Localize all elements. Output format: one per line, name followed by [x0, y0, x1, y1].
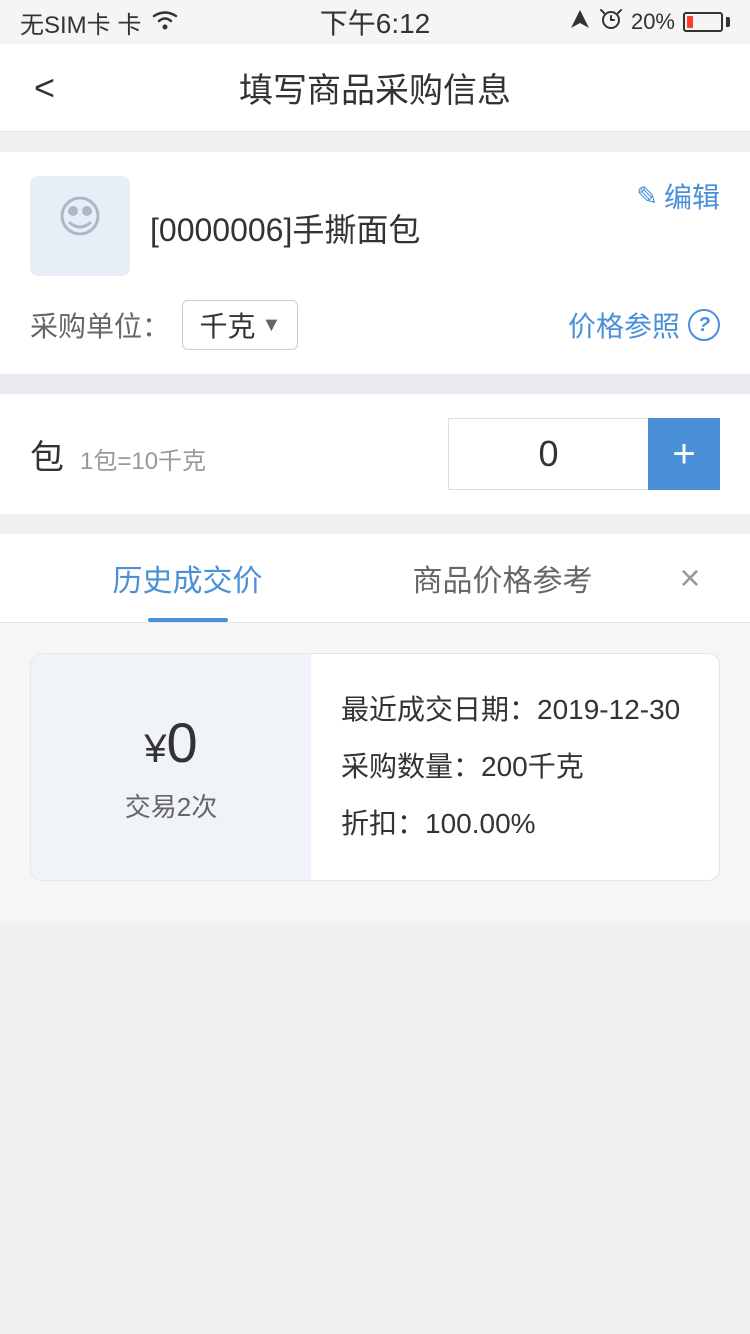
recent-date-label: 最近成交日期：: [341, 694, 537, 725]
purchase-quantity-item: 采购数量：200千克: [341, 747, 689, 786]
price-ref-label: 价格参照: [568, 305, 680, 345]
price-reference-button[interactable]: 价格参照 ?: [568, 305, 720, 345]
edit-label: 编辑: [664, 176, 720, 216]
tab-content-area: ¥0 交易2次 最近成交日期：2019-12-30 采购数量：200千克 折扣：…: [0, 623, 750, 923]
history-card: ¥0 交易2次 最近成交日期：2019-12-30 采购数量：200千克 折扣：…: [30, 653, 720, 881]
product-card: [0000006]手撕面包 ✎ 编辑 采购单位： 千克 ▼ 价格参照 ?: [0, 152, 750, 374]
gps-icon: [569, 8, 591, 36]
purchase-quantity-value: 200千克: [481, 751, 584, 782]
unit-value: 千克: [199, 305, 255, 345]
unit-select[interactable]: 千克 ▼: [182, 300, 298, 350]
carrier-label: 无SIM卡 卡: [20, 5, 141, 40]
unit-dropdown-icon: ▼: [261, 314, 281, 337]
wifi-icon: [151, 8, 179, 37]
quantity-plus-button[interactable]: +: [648, 418, 720, 490]
recent-date-value: 2019-12-30: [537, 694, 680, 725]
history-trades-label: 交易2次: [125, 787, 217, 824]
product-name: [0000006]手撕面包: [150, 205, 420, 251]
history-price-display: ¥0: [144, 710, 197, 775]
quantity-input[interactable]: [448, 418, 648, 490]
time-label: 下午6:12: [320, 2, 431, 42]
currency-symbol: ¥: [144, 727, 166, 771]
status-right: 20%: [569, 7, 730, 37]
product-thumbnail: [30, 176, 130, 276]
price-ref-info-icon: ?: [688, 309, 720, 341]
product-unit-row: 采购单位： 千克 ▼ 价格参照 ?: [30, 300, 720, 350]
product-thumb-icon: [50, 191, 110, 261]
quantity-label-group: 包 1包=10千克: [30, 430, 206, 479]
battery-icon: [683, 12, 730, 32]
tab-history-price-label: 历史成交价: [113, 556, 263, 600]
history-price-section: ¥0 交易2次: [31, 654, 311, 880]
tab-history-price[interactable]: 历史成交价: [30, 534, 345, 622]
alarm-icon: [599, 7, 623, 37]
discount-value: 100.00%: [425, 808, 536, 839]
section-divider: [0, 374, 750, 394]
quantity-conversion-label: 1包=10千克: [80, 441, 206, 476]
product-header: [0000006]手撕面包 ✎ 编辑: [30, 176, 720, 276]
quantity-row: 包 1包=10千克 +: [0, 394, 750, 514]
tab-close-button[interactable]: ×: [660, 548, 720, 608]
purchase-quantity-label: 采购数量：: [341, 751, 481, 782]
page-title: 填写商品采购信息: [239, 63, 511, 112]
history-details-section: 最近成交日期：2019-12-30 采购数量：200千克 折扣：100.00%: [311, 654, 719, 880]
tab-product-price-reference[interactable]: 商品价格参考: [345, 534, 660, 622]
status-left: 无SIM卡 卡: [20, 5, 179, 40]
back-button[interactable]: <: [24, 57, 65, 119]
status-bar: 无SIM卡 卡 下午6:12 20%: [0, 0, 750, 44]
quantity-unit-label: 包: [30, 430, 64, 479]
recent-date-item: 最近成交日期：2019-12-30: [341, 690, 689, 729]
tab-product-price-label: 商品价格参考: [413, 556, 593, 600]
discount-item: 折扣：100.00%: [341, 804, 689, 843]
edit-icon: ✎: [636, 181, 658, 212]
tabs-header: 历史成交价 商品价格参考 ×: [0, 534, 750, 623]
product-left: [0000006]手撕面包: [30, 176, 420, 276]
unit-label: 采购单位：: [30, 311, 170, 342]
nav-bar: < 填写商品采购信息: [0, 44, 750, 132]
price-value: 0: [167, 711, 198, 774]
unit-section: 采购单位： 千克 ▼: [30, 300, 298, 350]
discount-label: 折扣：: [341, 808, 425, 839]
quantity-input-group: +: [448, 418, 720, 490]
edit-button[interactable]: ✎ 编辑: [636, 176, 720, 216]
tabs-section: 历史成交价 商品价格参考 × ¥0 交易2次 最近成交日期：2019-12-30…: [0, 534, 750, 923]
battery-percent: 20%: [631, 9, 675, 35]
